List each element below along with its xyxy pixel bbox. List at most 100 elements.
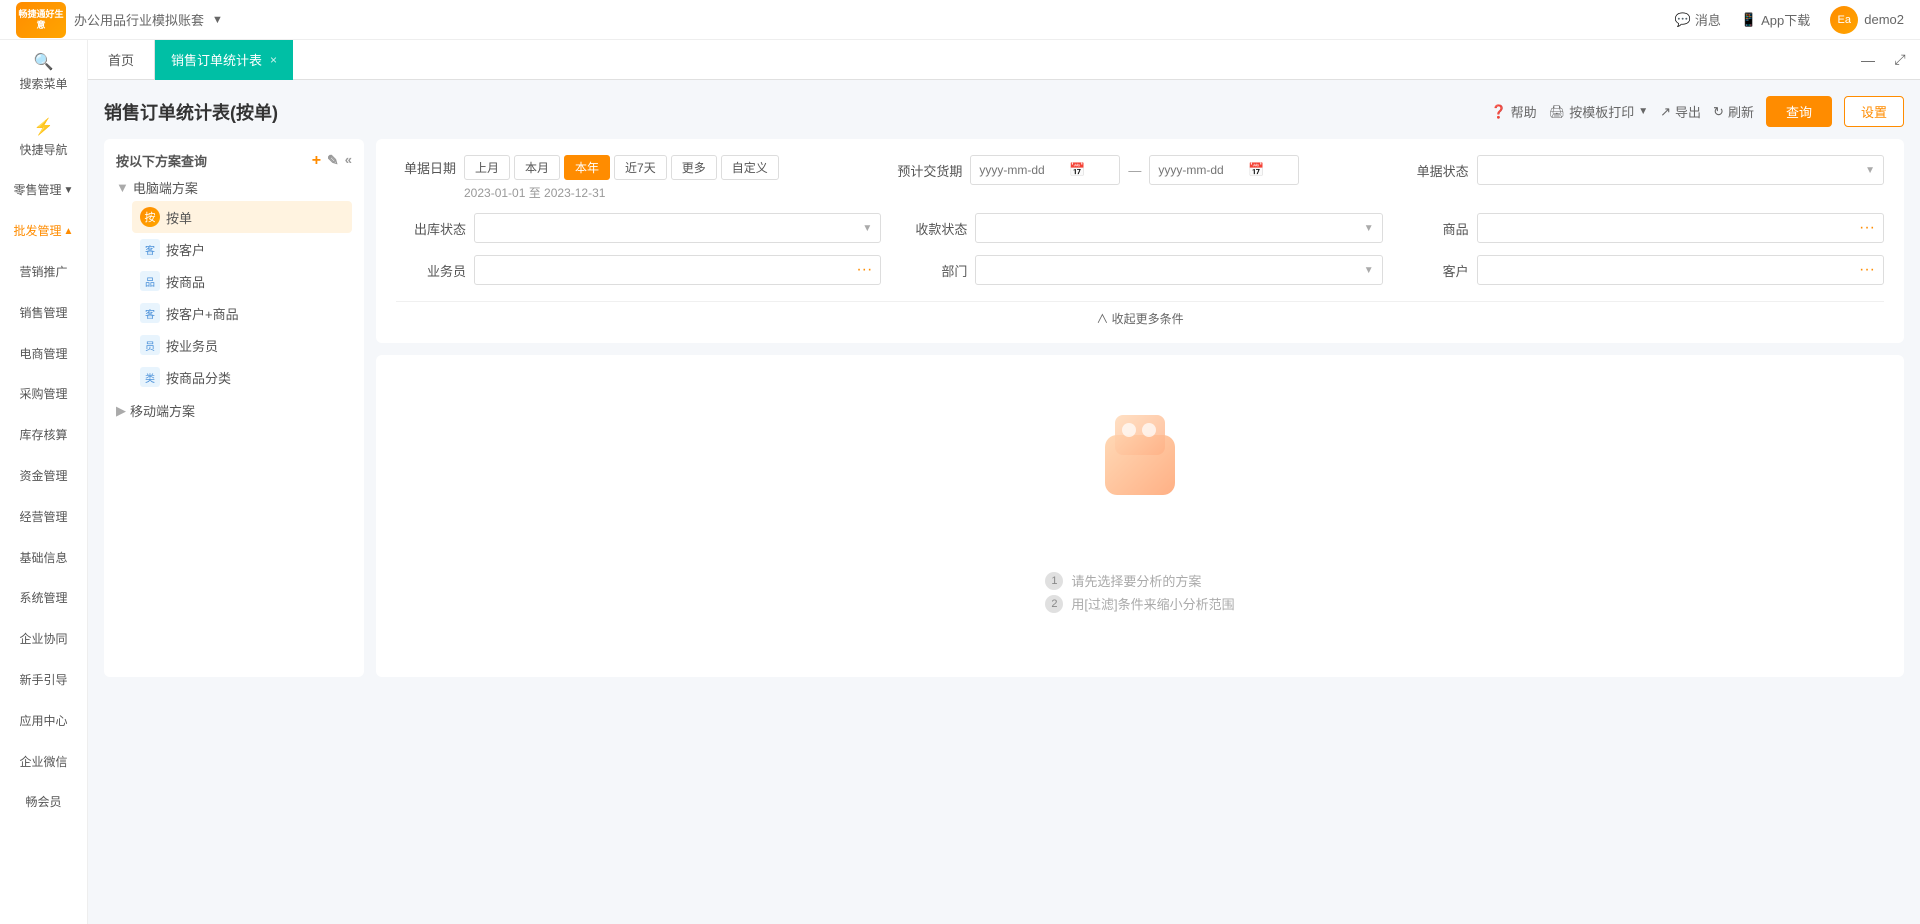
scheme-item-by-goods[interactable]: 品 按商品 [132, 265, 352, 297]
main-layout: 🔍 搜索菜单 ⚡ 快捷导航 零售管理 ▼ 批发管理 ▲ 营销推广 销售管理 电商… [0, 40, 1920, 924]
hint-item-2: 2 用[过滤]条件来缩小分析范围 [1045, 594, 1234, 613]
sidebar-item-sysadmin[interactable]: 系统管理 [0, 578, 87, 619]
scheme-tree: ▼ 电脑端方案 按 按单 客 按客户 [116, 178, 352, 420]
salesman-label: 业务员 [396, 261, 466, 280]
filter-customer-group: 客户 ··· [1399, 255, 1884, 285]
date-dash: — [1128, 163, 1141, 178]
app-dropdown-icon[interactable]: ▼ [212, 14, 223, 26]
robot-eye-left [1122, 423, 1136, 437]
scheme-icon-customer: 客 [140, 239, 160, 259]
help-btn[interactable]: ❓ 帮助 [1490, 102, 1536, 121]
tab-maximize-btn[interactable]: ⤢ [1888, 48, 1912, 72]
scheme-item-by-category[interactable]: 类 按商品分类 [132, 361, 352, 393]
customer-select[interactable]: ··· [1477, 255, 1884, 285]
delivery-from-input[interactable] [979, 163, 1069, 177]
scheme-icon-order: 按 [140, 207, 160, 227]
refresh-btn[interactable]: ↻ 刷新 [1713, 102, 1754, 121]
sidebar-item-marketing[interactable]: 营销推广 [0, 252, 87, 293]
sidebar-item-sales[interactable]: 销售管理 [0, 293, 87, 334]
sidebar-item-quicknav[interactable]: ⚡ 快捷导航 [0, 105, 87, 170]
date-last-month-btn[interactable]: 上月 [464, 155, 510, 180]
tab-minimize-btn[interactable]: — [1856, 48, 1880, 72]
tab-active-label: 销售订单统计表 [171, 50, 262, 69]
date-buttons: 上月 本月 本年 近7天 更多 自定义 [464, 155, 779, 180]
sidebar-item-inventory[interactable]: 库存核算 [0, 415, 87, 456]
sidebar-item-operations[interactable]: 经营管理 [0, 497, 87, 538]
sidebar-item-guide[interactable]: 新手引导 [0, 660, 87, 701]
scheme-add-btn[interactable]: + [312, 152, 321, 170]
scheme-collapse-btn[interactable]: « [345, 152, 352, 170]
bill-status-label: 单据状态 [1399, 161, 1469, 180]
sidebar-item-purchase[interactable]: 采购管理 [0, 374, 87, 415]
sidebar-item-corpwechat[interactable]: 企业微信 [0, 742, 87, 783]
tab-active[interactable]: 销售订单统计表 × [155, 40, 293, 80]
sidebar-item-search[interactable]: 🔍 搜索菜单 [0, 40, 87, 105]
scheme-icon-salesman: 员 [140, 335, 160, 355]
date-custom-btn[interactable]: 自定义 [721, 155, 779, 180]
filter-salesman-group: 业务员 ··· [396, 255, 881, 285]
collapse-btn[interactable]: ∧ 收起更多条件 [1096, 312, 1183, 326]
query-button[interactable]: 查询 [1766, 96, 1832, 127]
sidebar-item-retail[interactable]: 零售管理 ▼ [0, 170, 87, 211]
receive-status-select[interactable]: ▼ [975, 213, 1382, 243]
results-card: 1 请先选择要分析的方案 2 用[过滤]条件来缩小分析范围 [376, 355, 1904, 677]
sidebar-item-member[interactable]: 畅会员 [0, 782, 87, 823]
calendar-to-icon[interactable]: 📅 [1248, 162, 1264, 178]
wholesale-arrow-icon: ▲ [64, 225, 74, 239]
tree-parent-mobile[interactable]: ▶ 移动端方案 [116, 401, 352, 420]
sidebar-item-ecommerce[interactable]: 电商管理 [0, 334, 87, 375]
date-this-year-btn[interactable]: 本年 [564, 155, 610, 180]
message-icon: 💬 [1675, 12, 1691, 28]
date-last7-btn[interactable]: 近7天 [614, 155, 667, 180]
filter-receive-group: 收款状态 ▼ [897, 213, 1382, 243]
page-header: 销售订单统计表(按单) ❓ 帮助 🖨 按模板打印 ▼ ↗ 导出 [104, 96, 1904, 127]
sidebar: 🔍 搜索菜单 ⚡ 快捷导航 零售管理 ▼ 批发管理 ▲ 营销推广 销售管理 电商… [0, 40, 88, 924]
ship-status-select[interactable]: ▼ [474, 213, 881, 243]
delivery-date-from[interactable]: 📅 [970, 155, 1120, 185]
setting-button[interactable]: 设置 [1844, 96, 1904, 127]
calendar-from-icon[interactable]: 📅 [1069, 162, 1085, 178]
delivery-date-to[interactable]: 📅 [1149, 155, 1299, 185]
sidebar-item-wholesale[interactable]: 批发管理 ▲ [0, 211, 87, 252]
delivery-to-input[interactable] [1158, 163, 1248, 177]
collapse-bar: ∧ 收起更多条件 [396, 301, 1884, 327]
retail-arrow-icon: ▼ [64, 184, 74, 198]
scheme-item-by-order[interactable]: 按 按单 [132, 201, 352, 233]
scheme-panel-header: 按以下方案查询 + ✎ « [116, 151, 352, 170]
avatar: Ea [1830, 6, 1858, 34]
date-more-btn[interactable]: 更多 [671, 155, 717, 180]
app-download-btn[interactable]: 📱 App下载 [1741, 10, 1810, 29]
bill-status-select[interactable]: ▼ [1477, 155, 1884, 185]
sidebar-item-appcenter[interactable]: 应用中心 [0, 701, 87, 742]
scheme-item-by-salesman[interactable]: 员 按业务员 [132, 329, 352, 361]
salesman-select[interactable]: ··· [474, 255, 881, 285]
scheme-panel-actions: + ✎ « [312, 152, 352, 170]
sidebar-item-cooperation[interactable]: 企业协同 [0, 619, 87, 660]
export-btn[interactable]: ↗ 导出 [1660, 102, 1701, 121]
right-filter-results: 单据日期 上月 本月 本年 近7天 更多 自定义 [376, 139, 1904, 677]
delivery-label: 预计交货期 [897, 161, 962, 180]
scheme-icon-goods: 品 [140, 271, 160, 291]
tab-home[interactable]: 首页 [88, 40, 155, 80]
tree-parent-desktop[interactable]: ▼ 电脑端方案 [116, 178, 352, 197]
message-btn[interactable]: 💬 消息 [1675, 10, 1721, 29]
page-actions: ❓ 帮助 🖨 按模板打印 ▼ ↗ 导出 ↻ 刷新 [1490, 96, 1904, 127]
sidebar-item-finance[interactable]: 资金管理 [0, 456, 87, 497]
goods-select[interactable]: ··· [1477, 213, 1884, 243]
scheme-edit-btn[interactable]: ✎ [327, 152, 339, 170]
customer-dots: ··· [1859, 261, 1875, 279]
date-this-month-btn[interactable]: 本月 [514, 155, 560, 180]
scheme-item-by-customer[interactable]: 客 按客户 [132, 233, 352, 265]
dept-label: 部门 [897, 261, 967, 280]
user-menu[interactable]: Ea demo2 [1830, 6, 1904, 34]
goods-label: 商品 [1399, 219, 1469, 238]
tab-bar: 首页 销售订单统计表 × — ⤢ [88, 40, 1920, 80]
logo: 畅捷通好生意 [16, 2, 66, 38]
tab-close-btn[interactable]: × [270, 53, 277, 67]
scheme-item-by-customer-goods[interactable]: 客 按客户+商品 [132, 297, 352, 329]
template-print-btn[interactable]: 🖨 按模板打印 ▼ [1549, 102, 1648, 121]
dept-select[interactable]: ▼ [975, 255, 1382, 285]
filter-row-2: 出库状态 ▼ 收款状态 ▼ [396, 213, 1884, 243]
sidebar-item-basicinfo[interactable]: 基础信息 [0, 538, 87, 579]
content-area: 首页 销售订单统计表 × — ⤢ 销售订单统计表(按单) ❓ 帮助 [88, 40, 1920, 924]
